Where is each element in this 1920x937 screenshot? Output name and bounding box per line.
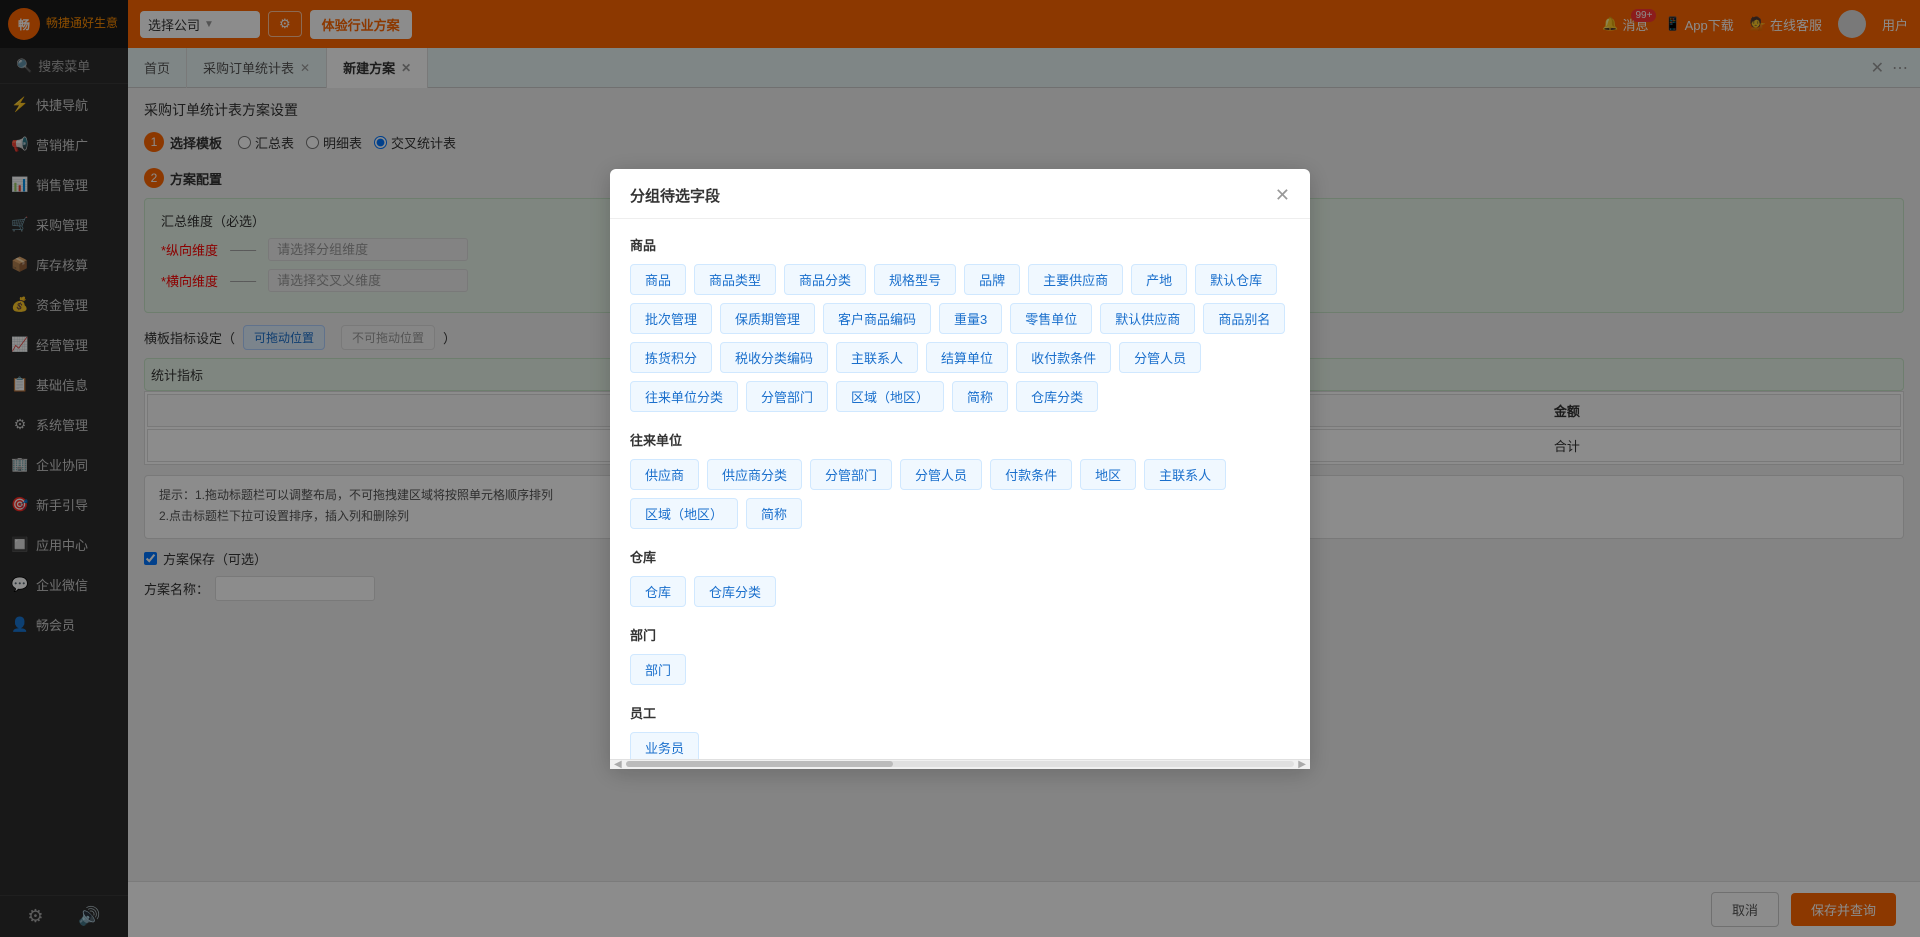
- field-tag[interactable]: 主联系人: [836, 342, 918, 373]
- partner-fields: 供应商 供应商分类 分管部门 分管人员 付款条件 地区 主联系人 区域（地区） …: [630, 459, 1290, 529]
- field-group-product: 商品 商品 商品类型 商品分类 规格型号 品牌 主要供应商 产地 默认仓库 批次…: [630, 235, 1290, 412]
- field-tag[interactable]: 税收分类编码: [720, 342, 828, 373]
- modal-close-button[interactable]: ✕: [1275, 186, 1290, 204]
- field-tag[interactable]: 分管人员: [1119, 342, 1201, 373]
- field-tag[interactable]: 仓库: [630, 576, 686, 607]
- field-group-employee-title: 员工: [630, 703, 1290, 722]
- field-tag[interactable]: 批次管理: [630, 303, 712, 334]
- field-tag[interactable]: 仓库分类: [694, 576, 776, 607]
- field-tag[interactable]: 默认仓库: [1195, 264, 1277, 295]
- field-tag[interactable]: 地区: [1080, 459, 1136, 490]
- field-tag[interactable]: 往来单位分类: [630, 381, 738, 412]
- hscroll-thumb: [626, 761, 893, 767]
- modal-body[interactable]: 商品 商品 商品类型 商品分类 规格型号 品牌 主要供应商 产地 默认仓库 批次…: [610, 219, 1310, 759]
- modal-header: 分组待选字段 ✕: [610, 169, 1310, 219]
- field-tag[interactable]: 仓库分类: [1016, 381, 1098, 412]
- field-tag[interactable]: 供应商: [630, 459, 699, 490]
- product-fields: 商品 商品类型 商品分类 规格型号 品牌 主要供应商 产地 默认仓库 批次管理 …: [630, 264, 1290, 412]
- field-tag[interactable]: 商品: [630, 264, 686, 295]
- field-tag[interactable]: 简称: [952, 381, 1008, 412]
- employee-fields: 业务员: [630, 732, 1290, 759]
- field-tag[interactable]: 供应商分类: [707, 459, 802, 490]
- department-fields: 部门: [630, 654, 1290, 685]
- field-tag[interactable]: 商品类型: [694, 264, 776, 295]
- field-tag[interactable]: 拣货积分: [630, 342, 712, 373]
- hscroll-right-arrow[interactable]: ▶: [1298, 759, 1306, 770]
- field-tag[interactable]: 客户商品编码: [823, 303, 931, 334]
- modal-horizontal-scrollbar[interactable]: ◀ ▶: [610, 759, 1310, 769]
- field-tag[interactable]: 产地: [1131, 264, 1187, 295]
- field-group-warehouse-title: 仓库: [630, 547, 1290, 566]
- modal-title: 分组待选字段: [630, 185, 720, 206]
- field-tag[interactable]: 默认供应商: [1100, 303, 1195, 334]
- field-tag[interactable]: 分管人员: [900, 459, 982, 490]
- modal-overlay: 分组待选字段 ✕ 商品 商品 商品类型 商品分类 规格型号 品牌 主要供应商 产…: [0, 0, 1920, 937]
- field-tag[interactable]: 品牌: [964, 264, 1020, 295]
- field-tag[interactable]: 区域（地区）: [630, 498, 738, 529]
- hscroll-left-arrow[interactable]: ◀: [614, 759, 622, 770]
- field-group-department: 部门 部门: [630, 625, 1290, 685]
- field-group-department-title: 部门: [630, 625, 1290, 644]
- field-group-employee: 员工 业务员: [630, 703, 1290, 759]
- field-tag[interactable]: 付款条件: [990, 459, 1072, 490]
- field-group-product-title: 商品: [630, 235, 1290, 254]
- field-tag[interactable]: 分管部门: [810, 459, 892, 490]
- modal: 分组待选字段 ✕ 商品 商品 商品类型 商品分类 规格型号 品牌 主要供应商 产…: [610, 169, 1310, 769]
- field-tag[interactable]: 主联系人: [1144, 459, 1226, 490]
- field-group-partner-title: 往来单位: [630, 430, 1290, 449]
- field-tag[interactable]: 规格型号: [874, 264, 956, 295]
- field-tag[interactable]: 区域（地区）: [836, 381, 944, 412]
- field-tag[interactable]: 商品分类: [784, 264, 866, 295]
- field-tag[interactable]: 主要供应商: [1028, 264, 1123, 295]
- field-group-partner: 往来单位 供应商 供应商分类 分管部门 分管人员 付款条件 地区 主联系人 区域…: [630, 430, 1290, 529]
- hscroll-track: [626, 761, 1295, 767]
- warehouse-fields: 仓库 仓库分类: [630, 576, 1290, 607]
- field-tag[interactable]: 收付款条件: [1016, 342, 1111, 373]
- field-tag[interactable]: 业务员: [630, 732, 699, 759]
- field-group-warehouse: 仓库 仓库 仓库分类: [630, 547, 1290, 607]
- field-tag[interactable]: 结算单位: [926, 342, 1008, 373]
- field-tag[interactable]: 重量3: [939, 303, 1002, 334]
- field-tag[interactable]: 简称: [746, 498, 802, 529]
- field-tag[interactable]: 零售单位: [1010, 303, 1092, 334]
- field-tag[interactable]: 部门: [630, 654, 686, 685]
- field-tag[interactable]: 保质期管理: [720, 303, 815, 334]
- field-tag[interactable]: 商品别名: [1203, 303, 1285, 334]
- field-tag[interactable]: 分管部门: [746, 381, 828, 412]
